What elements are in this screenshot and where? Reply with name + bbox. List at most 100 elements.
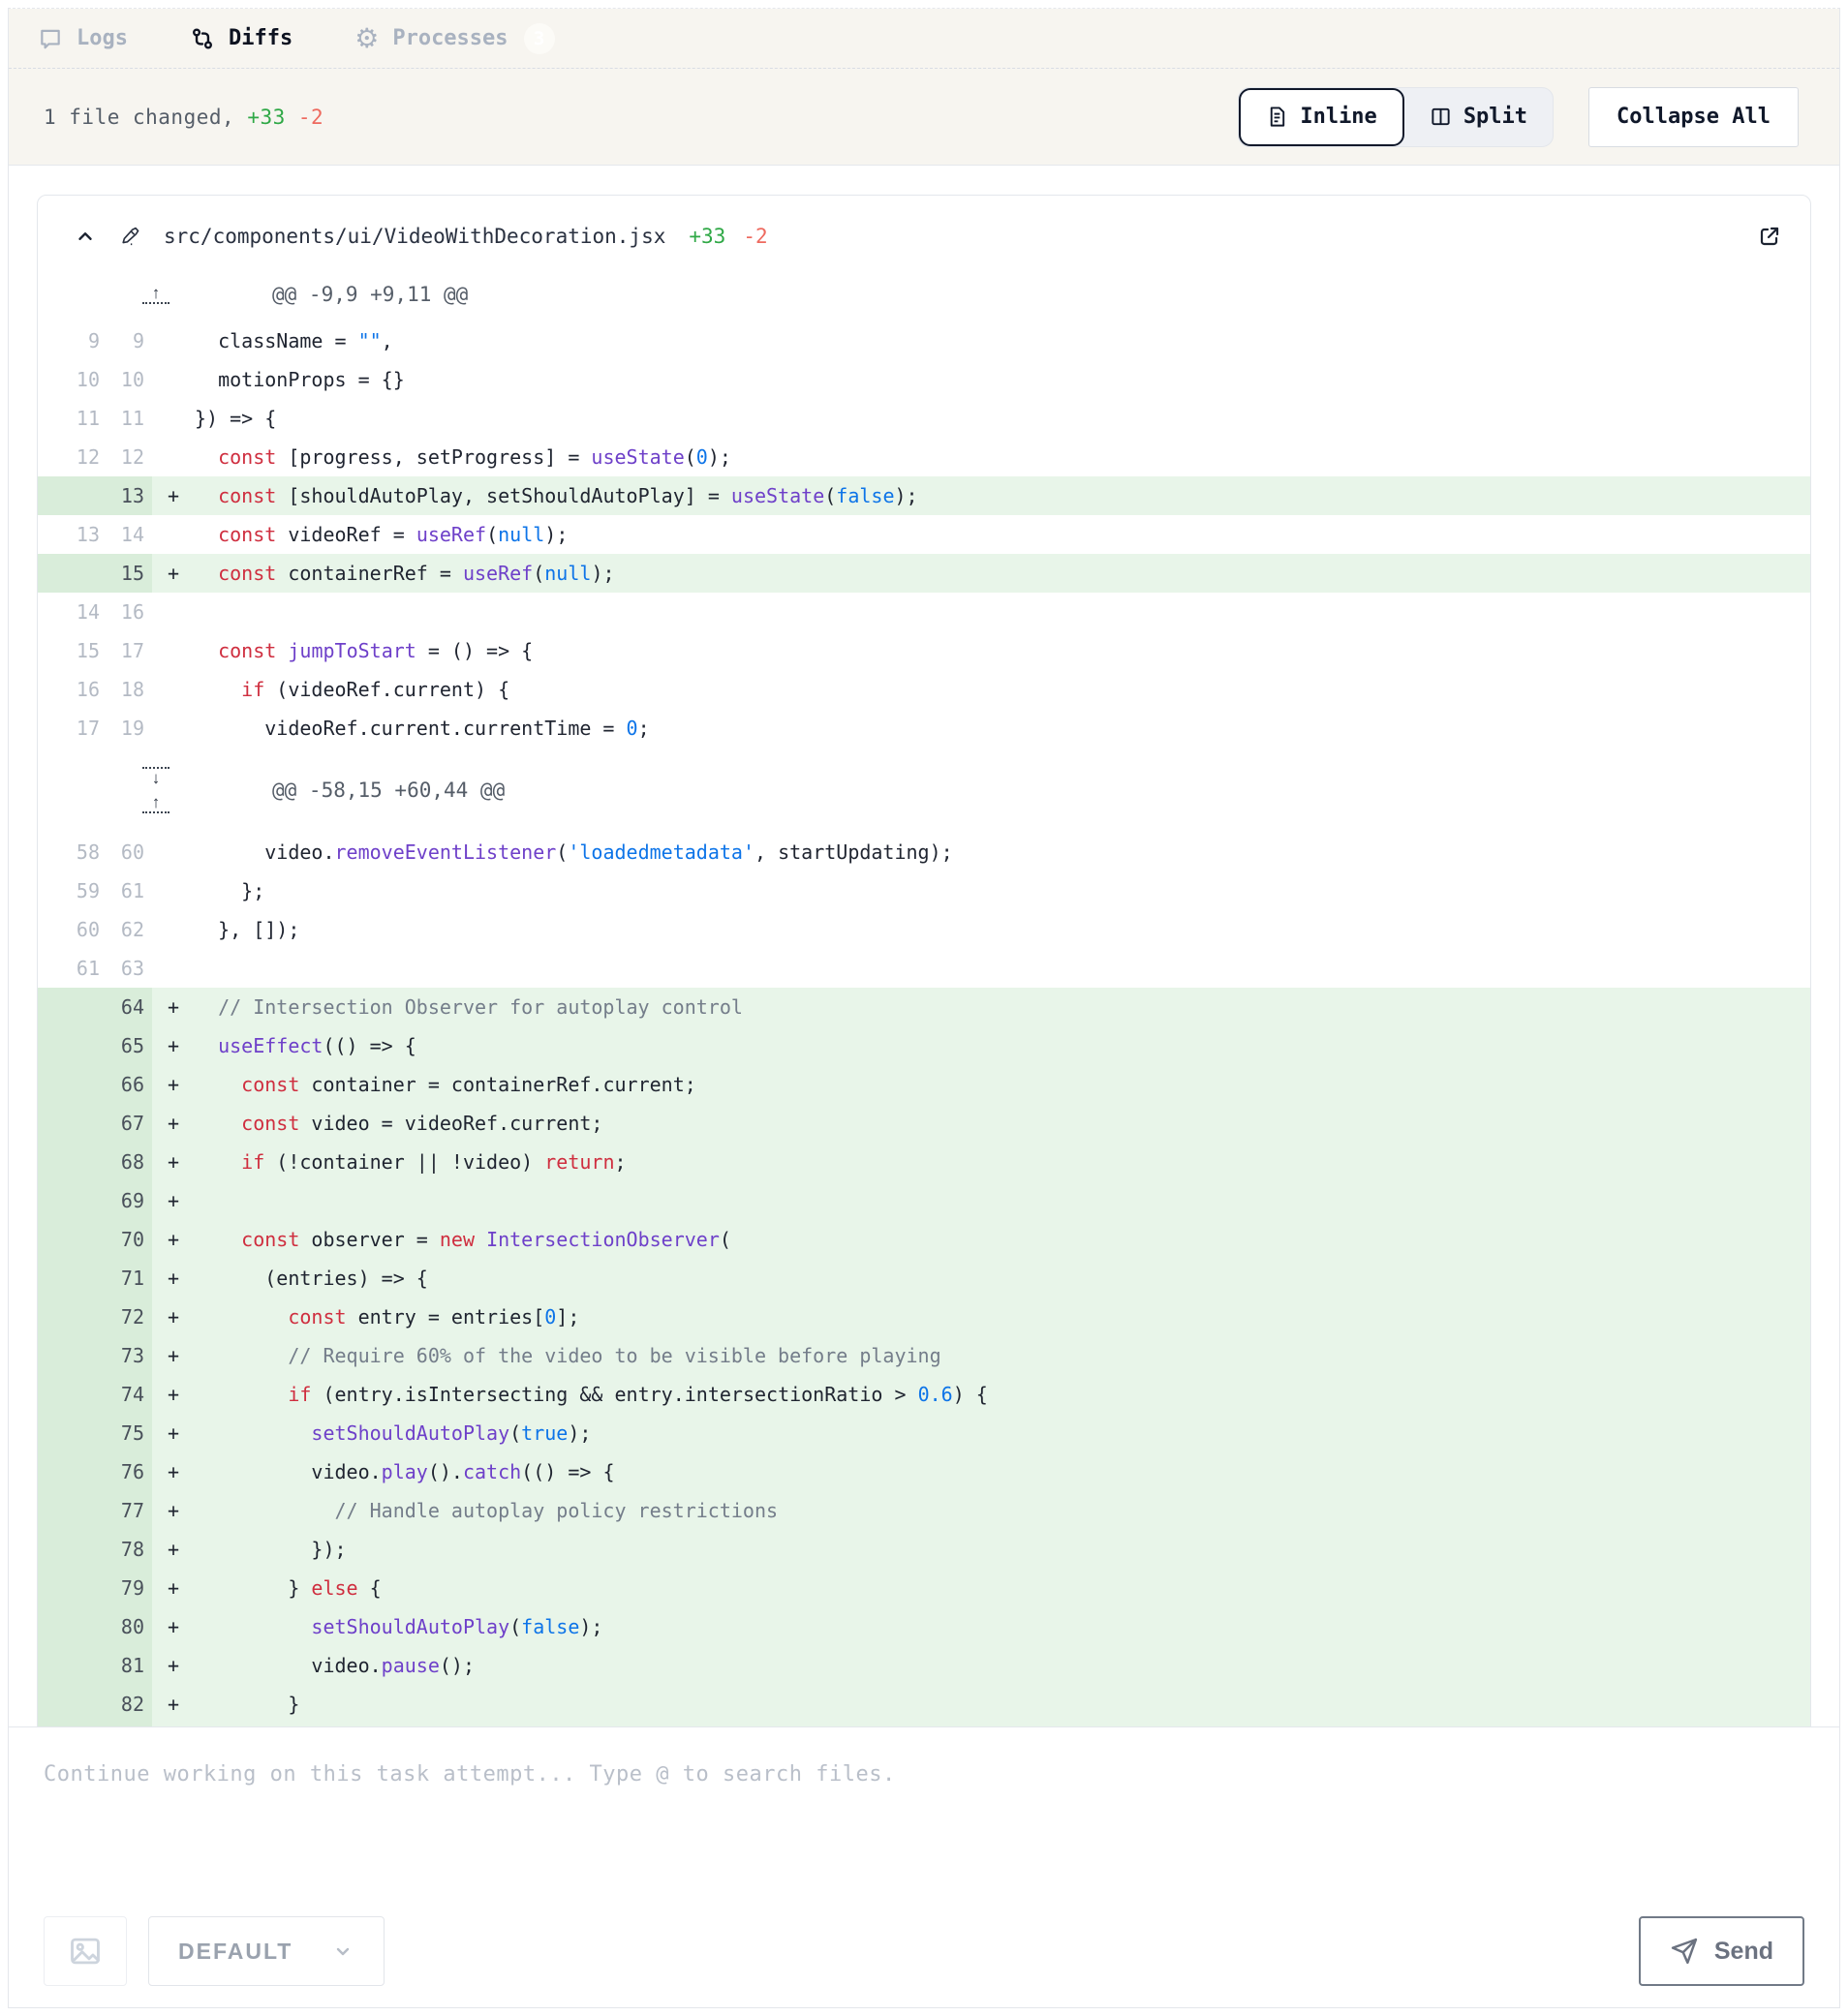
code-token: }) => { [195, 407, 277, 430]
line-number-gutter: 17 19 [38, 709, 152, 748]
hunk-header-row: ↑ @@ -9,9 +9,11 @@ [38, 267, 1810, 321]
file-additions: +33 [689, 225, 726, 248]
code-token: className = [195, 329, 358, 352]
inline-view-button[interactable]: Inline [1239, 87, 1404, 146]
code-token: ]; [556, 1305, 580, 1329]
code-token: const [218, 484, 277, 507]
split-view-button[interactable]: Split [1404, 88, 1553, 146]
diff-line: 10 10 motionProps = {} [38, 360, 1810, 399]
composer-panel: DEFAULT Send [9, 1726, 1839, 2007]
code-token: video. [195, 1460, 382, 1483]
line-number-gutter: 81 [38, 1646, 152, 1685]
expand-up-button[interactable]: ↑ [142, 794, 169, 813]
line-number-gutter: 60 62 [38, 910, 152, 949]
message-input[interactable] [9, 1727, 1839, 1892]
file-path: src/components/ui/VideoWithDecoration.js… [164, 225, 666, 248]
code-token: 0 [544, 1305, 557, 1329]
old-line-number [38, 476, 100, 515]
file-header: src/components/ui/VideoWithDecoration.js… [38, 205, 1810, 267]
new-line-number: 78 [120, 1538, 144, 1561]
code-token: video. [195, 1654, 382, 1677]
code-token: new [439, 1228, 476, 1251]
line-number-gutter: 82 [38, 1685, 152, 1724]
additions-count: +33 [247, 105, 286, 129]
collapse-file-button[interactable] [75, 226, 96, 247]
code-token: return [544, 1150, 615, 1174]
diff-marker: + [167, 1189, 180, 1212]
code-line: } [195, 1685, 1810, 1724]
diff-line: 81 + video.pause(); [38, 1646, 1810, 1685]
new-line-number: 82 [120, 1693, 144, 1716]
tab-logs[interactable]: Logs [38, 26, 128, 51]
old-line-number [38, 1414, 100, 1452]
code-token: (entries) => { [195, 1267, 428, 1290]
tab-processes[interactable]: ⚙ Processes 3 [354, 22, 555, 54]
old-line-number [38, 1569, 100, 1607]
code-token: 'loadedmetadata' [568, 840, 755, 864]
code-token: videoRef.current.currentTime = [195, 717, 627, 740]
old-line-number [38, 1491, 100, 1530]
diff-line: 80 + setShouldAutoPlay(false); [38, 1607, 1810, 1646]
code-line: if (!container || !video) return; [195, 1143, 1810, 1181]
open-external-button[interactable] [1758, 225, 1781, 248]
new-line-number: 69 [120, 1189, 144, 1212]
code-token: , startUpdating); [754, 840, 953, 864]
new-line-number: 68 [120, 1150, 144, 1174]
model-selector[interactable]: DEFAULT [148, 1916, 385, 1986]
code-token: const [288, 1305, 347, 1329]
code-token: setShouldAutoPlay [311, 1421, 510, 1445]
expand-down-button[interactable]: ↓ [142, 767, 169, 786]
collapse-all-button[interactable]: Collapse All [1588, 86, 1799, 147]
paper-plane-icon [1671, 1938, 1697, 1965]
code-line: }; [195, 871, 1810, 910]
code-token: "" [357, 329, 382, 352]
tab-processes-label: Processes [392, 26, 508, 50]
diff-marker: + [167, 1576, 180, 1600]
code-token: (videoRef.current) { [264, 678, 510, 701]
file-deletions: -2 [743, 225, 768, 248]
new-line-number: 17 [120, 639, 144, 662]
code-token: containerRef = [276, 562, 463, 585]
code-token: false [836, 484, 895, 507]
diff-toolbar: 1 file changed, +33 -2 Inline Split Coll… [9, 69, 1839, 166]
diff-line: 58 60 video.removeEventListener('loadedme… [38, 833, 1810, 871]
new-line-number: 12 [120, 445, 144, 469]
view-mode-toggle: Inline Split [1238, 86, 1555, 147]
diff-marker [152, 949, 195, 988]
code-token: (() => { [521, 1460, 615, 1483]
git-compare-icon [193, 27, 212, 49]
code-token: // Require 60% of the video to be visibl… [195, 1344, 941, 1367]
new-line-number: 19 [120, 717, 144, 740]
code-line: const video = videoRef.current; [195, 1104, 1810, 1143]
code-token: if [288, 1383, 312, 1406]
attach-image-button[interactable] [44, 1916, 127, 1986]
old-line-number [38, 1259, 100, 1298]
new-line-number: 16 [120, 600, 144, 624]
diff-marker: + [167, 1305, 180, 1329]
old-line-number: 10 [76, 368, 100, 391]
line-number-gutter: 64 [38, 988, 152, 1026]
code-token: const [241, 1112, 300, 1135]
old-line-number: 59 [76, 879, 100, 902]
composer-controls: DEFAULT Send [9, 1916, 1839, 1986]
new-line-number: 81 [120, 1654, 144, 1677]
new-line-number: 71 [120, 1267, 144, 1290]
old-line-number: 16 [76, 678, 100, 701]
code-token: if [241, 1150, 265, 1174]
send-button[interactable]: Send [1638, 1916, 1804, 1986]
diff-marker: + [167, 1228, 180, 1251]
diff-marker: + [167, 1267, 180, 1290]
code-token: (); [439, 1654, 475, 1677]
old-line-number [38, 1375, 100, 1414]
old-line-number [38, 1336, 100, 1375]
tab-diffs[interactable]: Diffs [190, 26, 293, 51]
new-line-number: 74 [120, 1383, 144, 1406]
line-number-gutter: 80 [38, 1607, 152, 1646]
code-line: const entry = entries[0]; [195, 1298, 1810, 1336]
diff-region[interactable]: src/components/ui/VideoWithDecoration.js… [9, 166, 1839, 1726]
expand-up-button[interactable]: ↑ [142, 285, 169, 304]
